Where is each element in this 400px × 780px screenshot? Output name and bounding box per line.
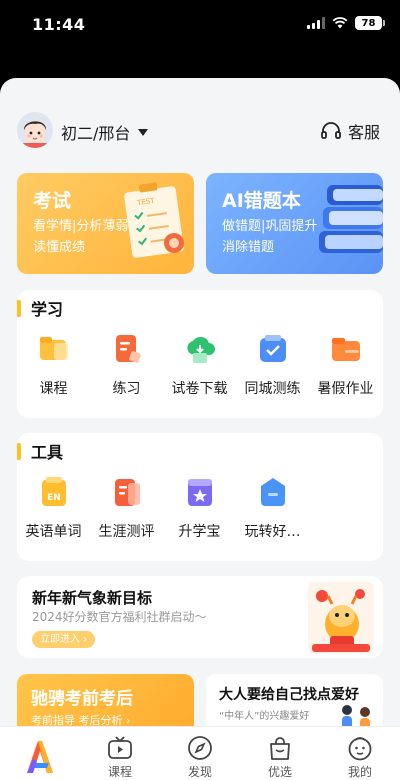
course-icon [39,337,68,360]
exam-card-line2: 读懂成绩 [33,240,86,255]
hobby-promo-title: 大人要给自己找点爱好 [219,687,359,703]
test-paper-illustration: TEST [124,182,184,258]
tool-item-label: 英语单词 [25,524,82,540]
signal-icon [307,17,325,29]
tab-mine[interactable]: 我的 [320,727,400,780]
tab-discover[interactable]: 发现 [160,727,240,780]
wifi-icon [332,17,348,29]
face-icon [348,737,372,761]
study-item-city-test[interactable]: 同城测练 [236,332,309,398]
grade-location-selector[interactable]: 初二/邢台 [61,120,149,144]
tools-grid: EN 英语单词 生涯测评 升学宝 玩转好… [17,475,383,541]
study-item-label: 试卷下载 [171,381,228,397]
tool-item-label: 生涯测评 [98,524,155,540]
tools-section-header: 工具 [17,441,64,462]
books-illustration [319,185,383,253]
hobby-promo-subtitle: “中年人”的兴趣爱好 [219,711,310,722]
ai-card-line2: 消除错题 [222,240,275,255]
caret-down-icon [138,128,149,136]
banner-enter-button[interactable]: 立即进入 › [32,631,96,648]
study-item-label: 暑假作业 [317,381,374,397]
app-logo-icon [27,741,53,773]
customer-service-button[interactable]: 客服 [320,119,380,143]
tab-label: 优选 [267,765,292,779]
fun-icon [260,478,285,506]
ai-card-line1: 做错题|巩固提升 [222,219,318,234]
avatar[interactable] [17,112,53,148]
study-item-course[interactable]: 课程 [17,332,90,398]
tool-item-fun[interactable]: 玩转好… [236,475,309,541]
new-year-banner[interactable]: 新年新气象新目标 2024好分数官方福利社群启动～ 立即进入 › [17,576,383,658]
status-time: 11:44 [32,15,86,34]
study-item-label: 课程 [39,381,68,397]
tab-featured[interactable]: 优选 [240,727,320,780]
tool-item-career-assessment[interactable]: 生涯测评 [90,475,163,541]
shopping-bag-icon [270,737,290,760]
dragon-illustration [308,582,374,654]
svg-text:EN: EN [47,493,61,503]
study-section-header: 学习 [17,298,64,319]
status-icons: 78 [307,16,385,30]
english-words-icon: EN [41,477,66,506]
tools-panel: 工具 EN 英语单词 生涯测评 升学宝 玩转好… [17,433,383,561]
city-test-icon [259,335,286,362]
compass-icon [188,736,212,760]
top-bar: 初二/邢台 客服 [0,106,400,158]
avatar-icon [17,112,53,148]
bottom-tab-bar: 课程 发现 优选 我的 [0,726,400,780]
customer-service-label: 客服 [347,123,380,142]
tab-home[interactable] [0,727,80,780]
practice-icon [115,335,141,363]
tool-item-admission[interactable]: 升学宝 [163,475,236,541]
tab-label: 课程 [107,765,132,779]
status-bar: 11:44 78 [0,0,400,52]
grade-location-label: 初二/邢台 [61,124,131,143]
exam-card-title: 考试 [33,190,72,212]
tools-section-title: 工具 [31,443,64,462]
download-paper-icon [186,336,215,363]
exam-card[interactable]: 考试 看学情|分析薄弱 读懂成绩 TEST [17,173,194,274]
tab-label: 发现 [187,765,212,779]
study-panel: 学习 课程 练习 试卷下载 同城测练 暑假作业 [17,290,383,418]
study-item-paper-download[interactable]: 试卷下载 [163,332,236,398]
study-section-title: 学习 [31,300,64,319]
tab-label: 我的 [347,765,372,779]
study-item-label: 同城测练 [244,381,301,397]
study-item-summer-homework[interactable]: 暑假作业 [309,332,382,398]
tool-item-label: 升学宝 [178,524,221,540]
summer-homework-icon [331,338,360,361]
admission-icon [187,479,212,506]
study-item-practice[interactable]: 练习 [90,332,163,398]
tab-course[interactable]: 课程 [80,727,160,780]
ai-mistake-book-card[interactable]: AI错题本 做错题|巩固提升 消除错题 [206,173,383,274]
study-item-label: 练习 [112,381,141,397]
main-sheet: 初二/邢台 客服 考试 看学情|分析薄弱 读懂成绩 TEST AI错题本 做错题… [0,78,400,780]
career-assessment-icon [114,479,140,506]
headset-icon [321,122,341,139]
battery-indicator: 78 [355,16,385,30]
section-accent-bar [17,442,21,460]
section-accent-bar [17,299,21,317]
banner-subtitle: 2024好分数官方福利社群启动～ [32,610,207,624]
ai-card-title: AI错题本 [222,190,301,212]
tool-item-label: 玩转好… [244,524,301,540]
tool-item-english-words[interactable]: EN 英语单词 [17,475,90,541]
exam-promo-title: 驰骋考前考后 [31,689,133,709]
tv-icon [108,736,132,759]
banner-title: 新年新气象新目标 [32,589,153,607]
study-grid: 课程 练习 试卷下载 同城测练 暑假作业 [17,332,383,398]
